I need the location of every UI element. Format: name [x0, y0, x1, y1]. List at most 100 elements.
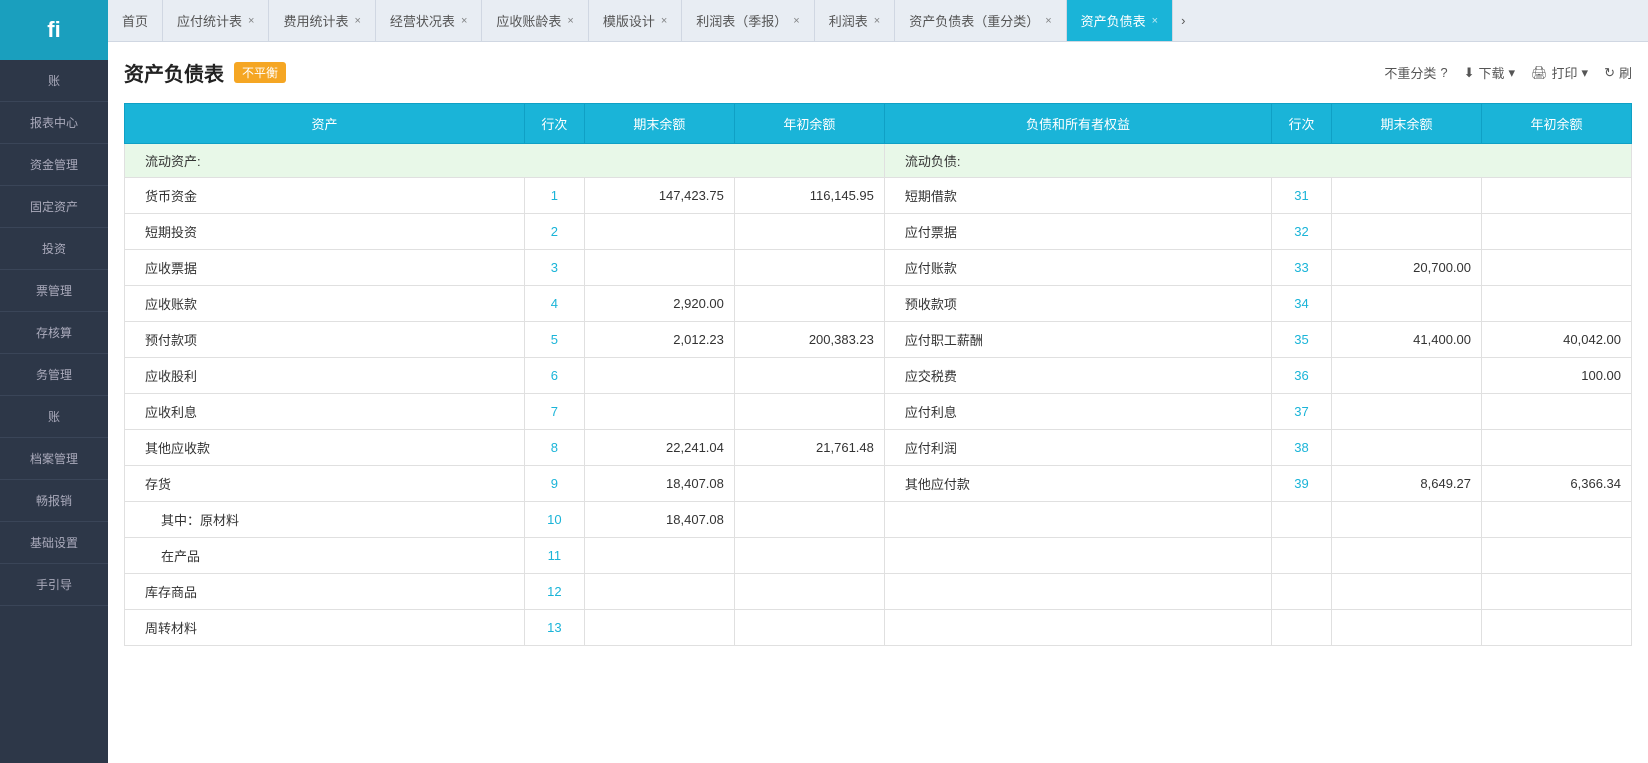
- sidebar-item-guide[interactable]: 手引导: [0, 564, 108, 606]
- sidebar-logo: fi: [0, 0, 108, 60]
- sidebar-item-ticket[interactable]: 票管理: [0, 270, 108, 312]
- col-row-left: 行次: [524, 104, 584, 144]
- right-end-balance: [1332, 502, 1482, 538]
- close-tab-expense-stats[interactable]: ×: [354, 15, 360, 27]
- right-end-balance: [1332, 574, 1482, 610]
- tab-payable-stats[interactable]: 应付统计表 ×: [163, 0, 269, 42]
- close-tab-operation-status[interactable]: ×: [461, 15, 467, 27]
- sidebar-item-fund[interactable]: 资金管理: [0, 144, 108, 186]
- sidebar-item-archive[interactable]: 档案管理: [0, 438, 108, 480]
- left-end-balance: [584, 610, 734, 646]
- right-label: [884, 610, 1271, 646]
- col-liabilities: 负债和所有者权益: [884, 104, 1271, 144]
- action-no-reclassify[interactable]: 不重分类 ?: [1384, 63, 1447, 82]
- left-end-balance: 2,012.23: [584, 322, 734, 358]
- right-end-balance: [1332, 178, 1482, 214]
- right-label: [884, 502, 1271, 538]
- left-label: 库存商品: [125, 574, 525, 610]
- right-label: 应付票据: [884, 214, 1271, 250]
- left-start-balance: [734, 574, 884, 610]
- table-row: 其他应收款 8 22,241.04 21,761.48 应付利润 38: [125, 430, 1632, 466]
- left-row-num: 8: [524, 430, 584, 466]
- sidebar-item-report[interactable]: 报表中心: [0, 102, 108, 144]
- left-row-num: 9: [524, 466, 584, 502]
- sidebar-item-fixed[interactable]: 固定资产: [0, 186, 108, 228]
- tab-receivable-aging[interactable]: 应收账龄表 ×: [482, 0, 588, 42]
- left-start-balance: [734, 250, 884, 286]
- right-end-balance: [1332, 430, 1482, 466]
- tab-profit[interactable]: 利润表 ×: [815, 0, 895, 42]
- left-end-balance: [584, 394, 734, 430]
- sidebar: fi 账 报表中心 资金管理 固定资产 投资 票管理 存核算 务管理 账 档案管…: [0, 0, 108, 763]
- close-tab-receivable-aging[interactable]: ×: [567, 15, 573, 27]
- refresh-icon: ↻: [1604, 65, 1615, 81]
- action-print[interactable]: 🖨 打印 ▾: [1531, 63, 1588, 82]
- action-download[interactable]: ⬇ 下载 ▾: [1464, 63, 1515, 82]
- tab-operation-status[interactable]: 经营状况表 ×: [376, 0, 482, 42]
- help-icon[interactable]: ?: [1440, 65, 1447, 80]
- left-start-balance: [734, 466, 884, 502]
- left-label: 其中：原材料: [125, 502, 525, 538]
- left-start-balance: [734, 502, 884, 538]
- table-row: 应收账款 4 2,920.00 预收款项 34: [125, 286, 1632, 322]
- right-end-balance: [1332, 286, 1482, 322]
- left-end-balance: [584, 250, 734, 286]
- left-end-balance: 18,407.08: [584, 466, 734, 502]
- tab-home[interactable]: 首页: [108, 0, 163, 42]
- right-start-balance: [1482, 250, 1632, 286]
- left-label: 应收股利: [125, 358, 525, 394]
- right-end-balance: [1332, 214, 1482, 250]
- left-row-num: 3: [524, 250, 584, 286]
- left-row-num: 5: [524, 322, 584, 358]
- sidebar-item-expense[interactable]: 畅报销: [0, 480, 108, 522]
- col-row-right: 行次: [1272, 104, 1332, 144]
- left-label: 周转材料: [125, 610, 525, 646]
- right-start-balance: [1482, 610, 1632, 646]
- sidebar-item-invest[interactable]: 投资: [0, 228, 108, 270]
- right-label: 应付利息: [884, 394, 1271, 430]
- tab-template-design[interactable]: 模版设计 ×: [589, 0, 682, 42]
- right-end-balance: [1332, 394, 1482, 430]
- left-row-num: 11: [524, 538, 584, 574]
- status-badge: 不平衡: [234, 62, 286, 83]
- right-start-balance: 6,366.34: [1482, 466, 1632, 502]
- left-row-num: 6: [524, 358, 584, 394]
- tab-balance-reclassify[interactable]: 资产负债表（重分类） ×: [895, 0, 1066, 42]
- close-tab-profit-quarterly[interactable]: ×: [793, 15, 799, 27]
- sidebar-item-stock[interactable]: 存核算: [0, 312, 108, 354]
- right-start-balance: [1482, 574, 1632, 610]
- right-label: 短期借款: [884, 178, 1271, 214]
- left-label: 应收利息: [125, 394, 525, 430]
- right-start-balance: [1482, 178, 1632, 214]
- right-end-balance: [1332, 538, 1482, 574]
- tab-scroll-right[interactable]: ›: [1173, 0, 1193, 42]
- tab-expense-stats[interactable]: 费用统计表 ×: [269, 0, 375, 42]
- close-tab-balance[interactable]: ×: [1152, 15, 1158, 27]
- close-tab-payable-stats[interactable]: ×: [248, 15, 254, 27]
- left-start-balance: [734, 538, 884, 574]
- close-tab-balance-reclassify[interactable]: ×: [1045, 15, 1051, 27]
- close-tab-profit[interactable]: ×: [874, 15, 880, 27]
- right-row-num: [1272, 574, 1332, 610]
- left-label: 在产品: [125, 538, 525, 574]
- close-tab-template-design[interactable]: ×: [661, 15, 667, 27]
- col-start-balance-left: 年初余额: [734, 104, 884, 144]
- table-row: 货币资金 1 147,423.75 116,145.95 短期借款 31: [125, 178, 1632, 214]
- content-area: 资产负债表 不平衡 不重分类 ? ⬇ 下载 ▾ 🖨 打印 ▾: [108, 42, 1648, 763]
- tab-balance[interactable]: 资产负债表 ×: [1067, 0, 1173, 42]
- right-row-num: 32: [1272, 214, 1332, 250]
- sidebar-item-admin[interactable]: 务管理: [0, 354, 108, 396]
- col-end-balance-left: 期末余额: [584, 104, 734, 144]
- sidebar-item-settings[interactable]: 基础设置: [0, 522, 108, 564]
- left-label: 货币资金: [125, 178, 525, 214]
- action-refresh[interactable]: ↻ 刷: [1604, 63, 1632, 82]
- left-start-balance: [734, 286, 884, 322]
- left-label: 应收账款: [125, 286, 525, 322]
- balance-table: 资产 行次 期末余额 年初余额 负债和所有者权益 行次 期末余额 年初余额 流动…: [124, 103, 1632, 646]
- sidebar-item-account[interactable]: 账: [0, 60, 108, 102]
- sidebar-item-ledger[interactable]: 账: [0, 396, 108, 438]
- left-end-balance: 147,423.75: [584, 178, 734, 214]
- chevron-down-icon-2: ▾: [1582, 65, 1589, 81]
- left-end-balance: [584, 214, 734, 250]
- tab-profit-quarterly[interactable]: 利润表（季报） ×: [682, 0, 814, 42]
